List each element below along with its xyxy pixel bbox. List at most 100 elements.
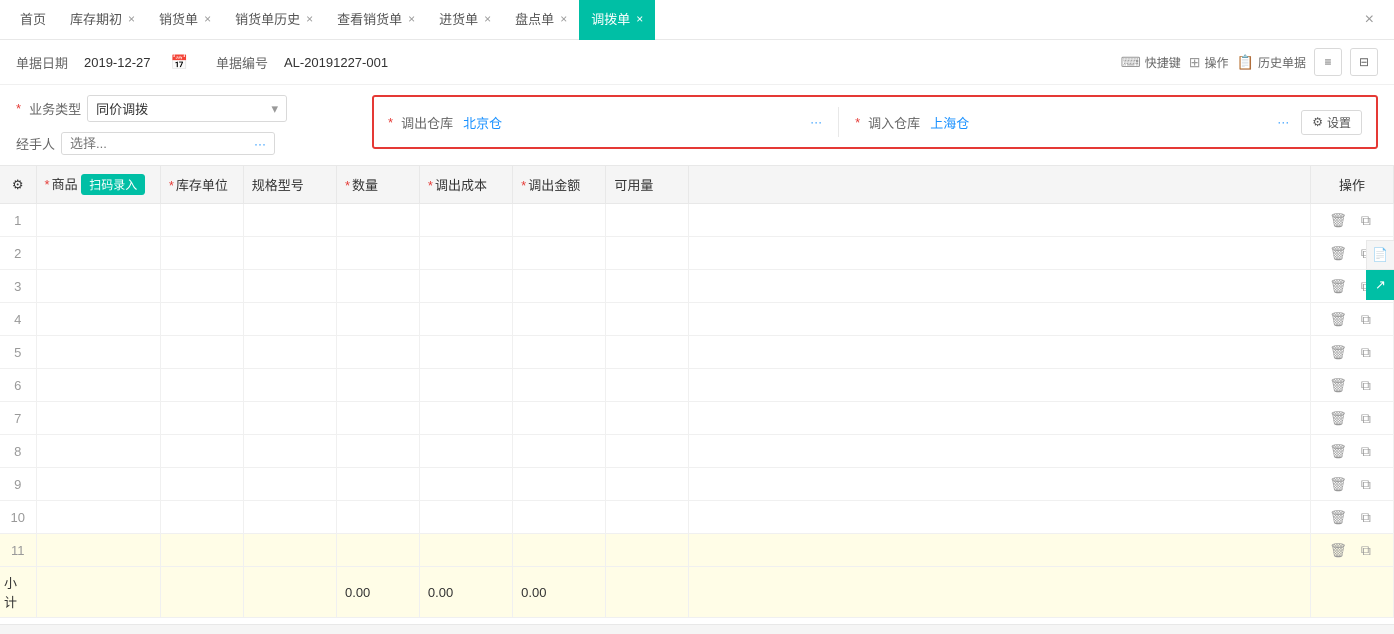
scan-button[interactable]: 扫码录入 bbox=[81, 174, 145, 195]
cell-amount[interactable] bbox=[513, 204, 606, 237]
cell-spec[interactable] bbox=[243, 336, 336, 369]
cell-spec[interactable] bbox=[243, 501, 336, 534]
cell-unit[interactable] bbox=[160, 468, 243, 501]
cell-amount[interactable] bbox=[513, 303, 606, 336]
cell-spec[interactable] bbox=[243, 468, 336, 501]
copy-icon[interactable]: ⧉ bbox=[1356, 342, 1376, 362]
cell-amount[interactable] bbox=[513, 369, 606, 402]
copy-icon[interactable]: ⧉ bbox=[1356, 408, 1376, 428]
cell-spec[interactable] bbox=[243, 204, 336, 237]
cell-product[interactable] bbox=[36, 534, 160, 567]
cell-spec[interactable] bbox=[243, 402, 336, 435]
tab-close-transfer-order[interactable]: × bbox=[636, 13, 643, 25]
copy-icon[interactable]: ⧉ bbox=[1356, 375, 1376, 395]
tab-close-sales-order[interactable]: × bbox=[204, 13, 211, 25]
cell-qty[interactable] bbox=[336, 204, 419, 237]
cell-unit[interactable] bbox=[160, 435, 243, 468]
cell-available[interactable] bbox=[606, 402, 689, 435]
delete-icon[interactable]: 🗑 bbox=[1328, 507, 1348, 527]
gear-icon[interactable]: ⚙ bbox=[12, 177, 24, 192]
cell-qty[interactable] bbox=[336, 435, 419, 468]
cell-unit[interactable] bbox=[160, 501, 243, 534]
cell-qty[interactable] bbox=[336, 303, 419, 336]
cell-available[interactable] bbox=[606, 336, 689, 369]
grid-view-button[interactable]: ⊟ bbox=[1350, 48, 1378, 76]
warehouse-out-more-icon[interactable]: ··· bbox=[810, 115, 822, 129]
tab-close-inventory-check[interactable]: × bbox=[560, 13, 567, 25]
cell-unit[interactable] bbox=[160, 336, 243, 369]
cell-amount[interactable] bbox=[513, 237, 606, 270]
cell-product[interactable] bbox=[36, 402, 160, 435]
operation-action[interactable]: ⊞ 操作 bbox=[1189, 54, 1229, 71]
shortcut-action[interactable]: ⌨ 快捷键 bbox=[1121, 54, 1181, 71]
cell-unit[interactable] bbox=[160, 270, 243, 303]
cell-cost[interactable] bbox=[419, 435, 512, 468]
cell-product[interactable] bbox=[36, 204, 160, 237]
tab-home[interactable]: 首页 bbox=[8, 0, 58, 40]
cell-available[interactable] bbox=[606, 204, 689, 237]
cell-qty[interactable] bbox=[336, 468, 419, 501]
cell-amount[interactable] bbox=[513, 336, 606, 369]
cell-available[interactable] bbox=[606, 534, 689, 567]
cell-spec[interactable] bbox=[243, 534, 336, 567]
cell-available[interactable] bbox=[606, 303, 689, 336]
handler-more-icon[interactable]: ··· bbox=[254, 137, 266, 151]
tab-inventory-check[interactable]: 盘点单 × bbox=[503, 0, 579, 40]
tab-purchase-order[interactable]: 进货单 × bbox=[427, 0, 503, 40]
cell-spec[interactable] bbox=[243, 237, 336, 270]
date-picker-icon[interactable]: 📅 bbox=[171, 54, 188, 71]
cell-product[interactable] bbox=[36, 303, 160, 336]
business-type-dropdown[interactable]: 同价调拨 ▾ bbox=[87, 95, 287, 122]
cell-unit[interactable] bbox=[160, 534, 243, 567]
cell-unit[interactable] bbox=[160, 402, 243, 435]
delete-icon[interactable]: 🗑 bbox=[1328, 408, 1348, 428]
cell-unit[interactable] bbox=[160, 237, 243, 270]
warehouse-in-more-icon[interactable]: ··· bbox=[1277, 115, 1289, 129]
cell-amount[interactable] bbox=[513, 270, 606, 303]
cell-available[interactable] bbox=[606, 501, 689, 534]
cell-spec[interactable] bbox=[243, 435, 336, 468]
cell-qty[interactable] bbox=[336, 336, 419, 369]
cell-product[interactable] bbox=[36, 237, 160, 270]
cell-qty[interactable] bbox=[336, 402, 419, 435]
cell-product[interactable] bbox=[36, 270, 160, 303]
tab-sales-history[interactable]: 销货单历史 × bbox=[223, 0, 325, 40]
cell-amount[interactable] bbox=[513, 501, 606, 534]
cell-qty[interactable] bbox=[336, 534, 419, 567]
cell-qty[interactable] bbox=[336, 501, 419, 534]
cell-available[interactable] bbox=[606, 270, 689, 303]
cell-cost[interactable] bbox=[419, 204, 512, 237]
cell-spec[interactable] bbox=[243, 270, 336, 303]
close-window-button[interactable]: × bbox=[1353, 11, 1386, 29]
delete-icon[interactable]: 🗑 bbox=[1328, 210, 1348, 230]
cell-available[interactable] bbox=[606, 468, 689, 501]
setting-button[interactable]: ⚙ 设置 bbox=[1301, 110, 1362, 135]
tab-close-sales-history[interactable]: × bbox=[306, 13, 313, 25]
delete-icon[interactable]: 🗑 bbox=[1328, 540, 1348, 560]
cell-unit[interactable] bbox=[160, 303, 243, 336]
cell-amount[interactable] bbox=[513, 534, 606, 567]
cell-spec[interactable] bbox=[243, 303, 336, 336]
copy-icon[interactable]: ⧉ bbox=[1356, 540, 1376, 560]
delete-icon[interactable]: 🗑 bbox=[1328, 441, 1348, 461]
float-note-button[interactable]: 📄 bbox=[1366, 240, 1394, 270]
cell-amount[interactable] bbox=[513, 468, 606, 501]
delete-icon[interactable]: 🗑 bbox=[1328, 375, 1348, 395]
copy-icon[interactable]: ⧉ bbox=[1356, 210, 1376, 230]
delete-icon[interactable]: 🗑 bbox=[1328, 342, 1348, 362]
handler-input[interactable] bbox=[70, 136, 246, 151]
cell-product[interactable] bbox=[36, 369, 160, 402]
cell-unit[interactable] bbox=[160, 204, 243, 237]
float-expand-button[interactable]: ↗ bbox=[1366, 270, 1394, 300]
cell-amount[interactable] bbox=[513, 435, 606, 468]
cell-available[interactable] bbox=[606, 369, 689, 402]
cell-product[interactable] bbox=[36, 501, 160, 534]
cell-cost[interactable] bbox=[419, 237, 512, 270]
cell-cost[interactable] bbox=[419, 402, 512, 435]
cell-spec[interactable] bbox=[243, 369, 336, 402]
cell-available[interactable] bbox=[606, 435, 689, 468]
cell-qty[interactable] bbox=[336, 369, 419, 402]
delete-icon[interactable]: 🗑 bbox=[1328, 243, 1348, 263]
tab-close-inventory-init[interactable]: × bbox=[128, 13, 135, 25]
cell-product[interactable] bbox=[36, 468, 160, 501]
